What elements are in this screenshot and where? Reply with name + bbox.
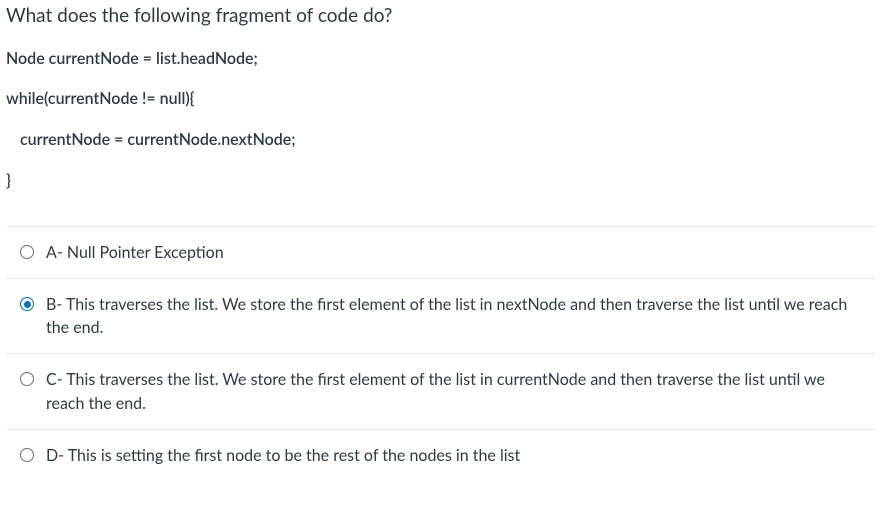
question-title: What does the following fragment of code… — [6, 4, 876, 29]
code-line-4: } — [6, 171, 876, 192]
radio-icon — [20, 297, 34, 311]
option-label: B- This traverses the list. We store the… — [46, 293, 864, 339]
answer-options: A- Null Pointer Exception B- This traver… — [6, 226, 876, 473]
code-line-2: while(currentNode != null){ — [6, 89, 876, 110]
code-line-1: Node currentNode = list.headNode; — [6, 49, 876, 70]
option-c[interactable]: C- This traverses the list. We store the… — [6, 354, 876, 429]
option-b[interactable]: B- This traverses the list. We store the… — [6, 279, 876, 354]
radio-icon — [20, 245, 34, 259]
option-label: A- Null Pointer Exception — [46, 241, 224, 264]
option-label: C- This traverses the list. We store the… — [46, 368, 864, 414]
radio-icon — [20, 448, 34, 462]
option-d[interactable]: D- This is setting the first node to be … — [6, 430, 876, 473]
radio-icon — [20, 372, 34, 386]
option-label: D- This is setting the first node to be … — [46, 444, 520, 467]
code-line-3: currentNode = currentNode.nextNode; — [6, 130, 876, 151]
option-a[interactable]: A- Null Pointer Exception — [6, 227, 876, 279]
question-stem: What does the following fragment of code… — [6, 4, 876, 192]
